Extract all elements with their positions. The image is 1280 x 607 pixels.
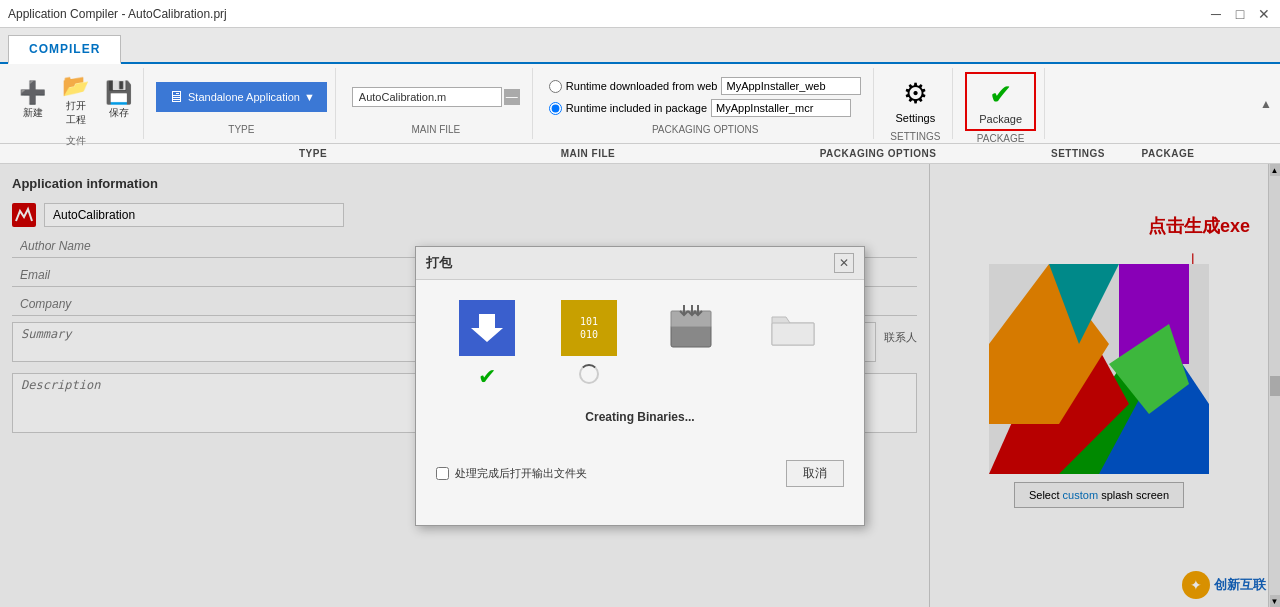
close-button[interactable]: ✕ [1256,6,1272,22]
new-button[interactable]: ➕ 新建 [12,77,53,125]
toolbar-package-group: ✔ Package PACKAGE [957,68,1045,139]
open-folder-checkbox[interactable] [436,467,449,480]
title-bar: Application Compiler - AutoCalibration.p… [0,0,1280,28]
toolbar-mainfile-group: — MAIN FILE [340,68,533,139]
dialog-body: ✔ 101 010 [416,280,864,460]
toolbar-scroll-right[interactable]: ▲ [1260,68,1272,139]
open-button[interactable]: 📂 打开 工程 [55,70,96,132]
svg-rect-12 [772,323,814,345]
step-2: 101 010 [549,300,629,384]
toolbar: ➕ 新建 📂 打开 工程 💾 保存 文件 🖥 Standalone Applic… [0,64,1280,144]
save-button[interactable]: 💾 保存 [98,77,139,125]
runtime-options: Runtime downloaded from web Runtime incl… [549,77,862,117]
dropdown-arrow-icon: ▼ [304,91,315,103]
svg-marker-9 [471,314,503,342]
step-1: ✔ [447,300,527,390]
mainfile-section-label: MAIN FILE [352,122,520,135]
type-icon: 🖥 [168,88,184,106]
runtime-pkg-input[interactable] [711,99,851,117]
type-standalone-button[interactable]: 🖥 Standalone Application ▼ [156,82,327,112]
main-content: Application information 联系人 点击生成exe [0,164,1280,607]
packaging-section-label: PACKAGING OPTIONS [549,122,862,135]
folder-icon [765,300,821,356]
package-button[interactable]: ✔ Package [965,72,1036,131]
runtime-web-radio[interactable] [549,80,562,93]
cancel-button[interactable]: 取消 [786,460,844,487]
tab-compiler[interactable]: COMPILER [8,35,121,64]
open-folder-label: 处理完成后打开输出文件夹 [455,466,587,481]
type-label: TYPE [178,148,448,159]
toolbar-settings-group: ⚙ Settings SETTINGS [878,68,953,139]
gear-icon: ⚙ [903,77,928,110]
open-folder-checkbox-row: 处理完成后打开输出文件夹 [436,466,587,481]
progress-steps: ✔ 101 010 [436,300,844,390]
dialog-title: 打包 [426,254,452,272]
dialog-close-button[interactable]: ✕ [834,253,854,273]
packaging-dialog: 打包 ✕ ✔ [415,246,865,526]
mainfile-label: MAIN FILE [448,148,728,159]
file-section-label: 文件 [12,132,139,148]
type-section-label: TYPE [156,122,327,135]
toolbar-file-group: ➕ 新建 📂 打开 工程 💾 保存 文件 [8,68,144,139]
svg-rect-10 [671,325,711,347]
packaging-label: PACKAGING OPTIONS [728,148,1028,159]
settings-section-label: SETTINGS [886,129,944,142]
dialog-footer: 处理完成后打开输出文件夹 取消 [416,460,864,503]
restore-button[interactable]: □ [1232,6,1248,22]
tab-bar: COMPILER [0,28,1280,64]
creating-text: Creating Binaries... [436,410,844,424]
checkmark-icon: ✔ [989,78,1012,111]
runtime-web-input[interactable] [721,77,861,95]
step1-status: ✔ [478,364,496,390]
step-3 [651,300,731,364]
main-file-remove-button[interactable]: — [504,89,520,105]
toolbar-type-group: 🖥 Standalone Application ▼ TYPE [148,68,336,139]
package-section-label: PACKAGE [965,131,1036,144]
step2-spinner [579,364,599,384]
window-title: Application Compiler - AutoCalibration.p… [8,7,227,21]
runtime-pkg-radio[interactable] [549,102,562,115]
main-file-input[interactable] [352,87,502,107]
dialog-overlay: 打包 ✕ ✔ [0,164,1280,607]
download-icon [459,300,515,356]
package-label: PACKAGE [1128,148,1208,159]
new-icon: ➕ [19,82,46,104]
step-4 [753,300,833,364]
section-labels-bar: TYPE MAIN FILE PACKAGING OPTIONS SETTING… [0,144,1280,164]
title-bar-controls: ─ □ ✕ [1208,6,1272,22]
minimize-button[interactable]: ─ [1208,6,1224,22]
package-icon [663,300,719,356]
settings-label: SETTINGS [1028,148,1128,159]
toolbar-packaging-group: Runtime downloaded from web Runtime incl… [537,68,875,139]
dialog-title-bar: 打包 ✕ [416,247,864,280]
save-icon: 💾 [105,82,132,104]
binary-icon: 101 010 [561,300,617,356]
folder-open-icon: 📂 [62,75,89,97]
settings-button[interactable]: ⚙ Settings [886,72,944,129]
